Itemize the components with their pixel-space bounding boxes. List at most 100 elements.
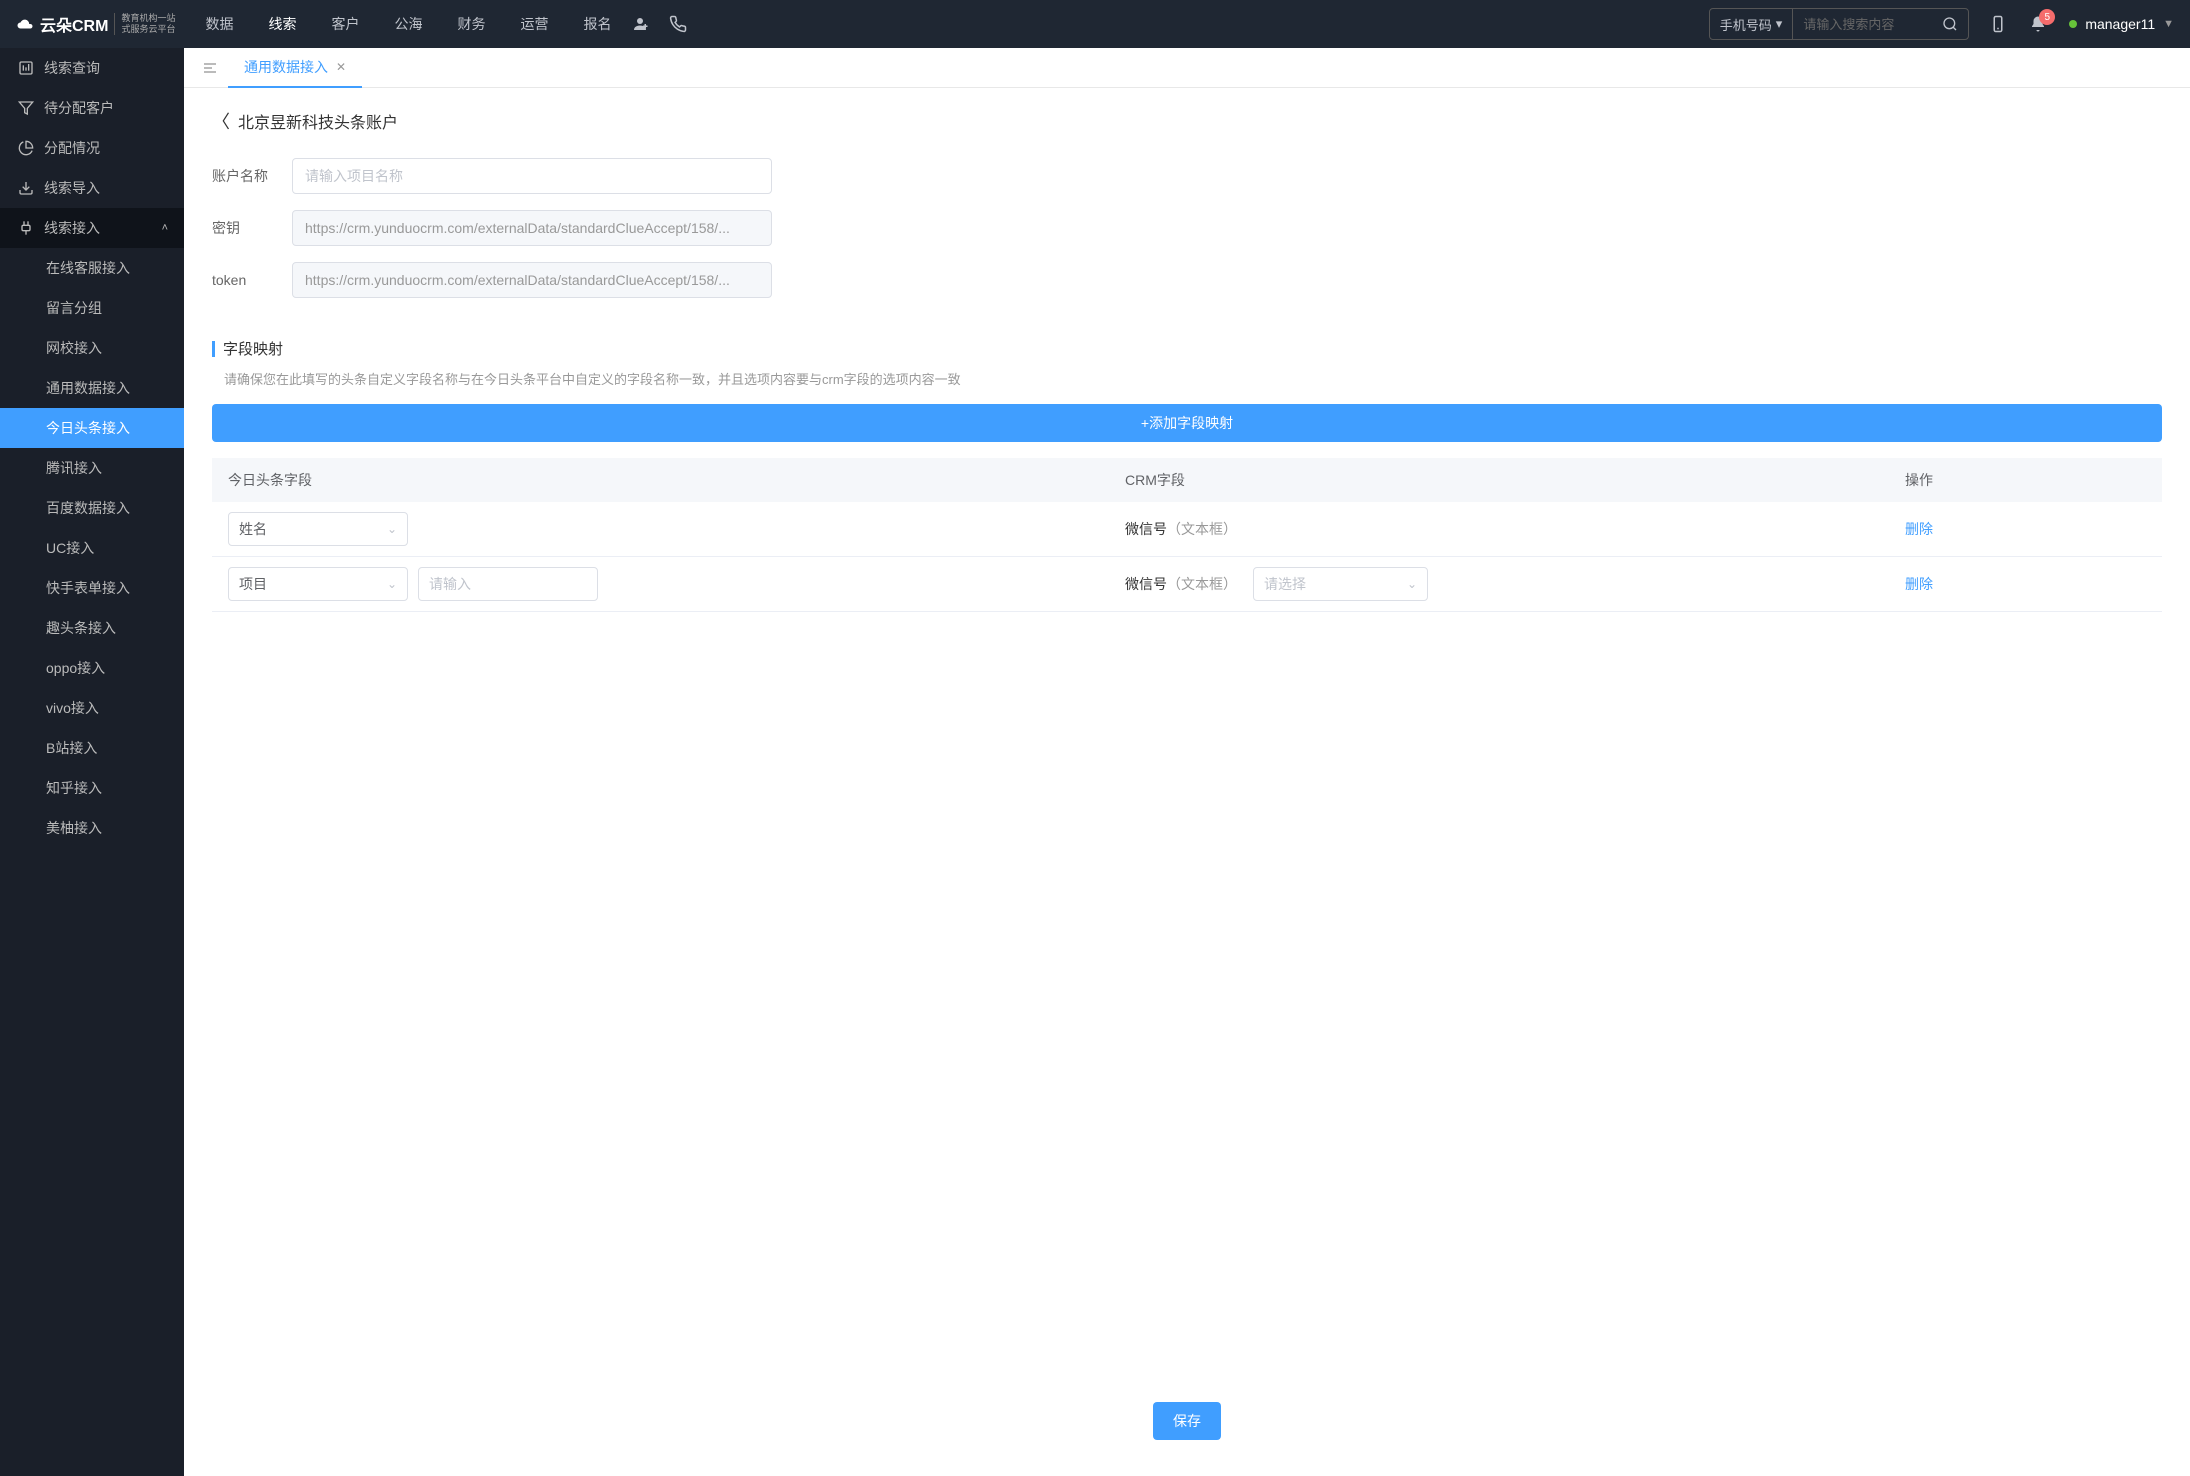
token-label: token [212, 272, 292, 288]
nav-menu: 数据 线索 客户 公海 财务 运营 报名 [205, 14, 611, 34]
form-row-account-name: 账户名称 [212, 158, 2162, 194]
chart-icon [18, 60, 34, 76]
form-row-secret: 密钥 [212, 210, 2162, 246]
breadcrumb[interactable]: 〈 北京昱新科技头条账户 [212, 108, 2162, 134]
sidebar-sub-tencent[interactable]: 腾讯接入 [0, 448, 184, 488]
sidebar-sub-kuaishou[interactable]: 快手表单接入 [0, 568, 184, 608]
nav-operations[interactable]: 运营 [520, 14, 548, 34]
user-add-icon[interactable] [631, 15, 649, 33]
user-menu[interactable]: manager11 ▼ [2069, 16, 2174, 32]
sidebar-sub-vivo[interactable]: vivo接入 [0, 688, 184, 728]
field-text-input[interactable] [418, 567, 598, 601]
delete-button[interactable]: 删除 [1905, 576, 1933, 592]
crm-field-hint: （文本框） [1167, 576, 1237, 592]
field-select-2[interactable]: 项目 ⌄ [228, 567, 408, 601]
menu-fold-icon [202, 60, 218, 76]
mapping-table: 今日头条字段 CRM字段 操作 姓名 ⌄ [212, 458, 2162, 612]
delete-button[interactable]: 删除 [1905, 521, 1933, 537]
chevron-up-icon: ˄ [162, 222, 168, 234]
tab-general-data[interactable]: 通用数据接入 ✕ [228, 48, 362, 88]
section-text: 字段映射 [223, 338, 283, 359]
sidebar-sub-meiyou[interactable]: 美柚接入 [0, 808, 184, 848]
plug-icon [18, 220, 34, 236]
notification-badge: 5 [2039, 9, 2055, 25]
sidebar-sub-school-access[interactable]: 网校接入 [0, 328, 184, 368]
logo-subtitle: 教育机构一站 式服务云平台 [114, 13, 175, 35]
content-area: 〈 北京昱新科技头条账户 账户名称 密钥 token 字段映射 请确保您在此填写… [184, 88, 2190, 1476]
search-button[interactable] [1932, 16, 1968, 32]
tab-close-button[interactable]: ✕ [336, 60, 346, 74]
chevron-down-icon: ▾ [1776, 16, 1783, 32]
phone-icon[interactable] [669, 15, 687, 33]
add-mapping-button[interactable]: +添加字段映射 [212, 404, 2162, 442]
status-dot [2069, 20, 2077, 28]
sidebar-sub-qutoutiao[interactable]: 趣头条接入 [0, 608, 184, 648]
col-header-toutiao: 今日头条字段 [212, 458, 1109, 502]
nav-enrollment[interactable]: 报名 [583, 14, 611, 34]
col-header-action: 操作 [1889, 458, 2162, 502]
nav-finance[interactable]: 财务 [457, 14, 485, 34]
notification-button[interactable]: 5 [2029, 15, 2047, 33]
field-select-1[interactable]: 姓名 ⌄ [228, 512, 408, 546]
main-content: 通用数据接入 ✕ 〈 北京昱新科技头条账户 账户名称 密钥 token [184, 48, 2190, 1476]
nav-customers[interactable]: 客户 [331, 14, 359, 34]
account-name-label: 账户名称 [212, 166, 292, 186]
tabs-bar: 通用数据接入 ✕ [184, 48, 2190, 88]
sidebar-sub-bilibili[interactable]: B站接入 [0, 728, 184, 768]
sidebar: 线索查询 待分配客户 分配情况 线索导入 线索接入 ˄ 在线客服接入 留言分组 … [0, 48, 184, 1476]
nav-leads[interactable]: 线索 [268, 14, 296, 34]
page-title: 北京昱新科技头条账户 [238, 109, 398, 133]
sidebar-sub-toutiao[interactable]: 今日头条接入 [0, 408, 184, 448]
sidebar-sub-general-data[interactable]: 通用数据接入 [0, 368, 184, 408]
crm-field-label: 微信号 [1125, 521, 1167, 537]
token-input[interactable] [292, 262, 772, 298]
chevron-down-icon: ⌄ [387, 577, 397, 591]
sidebar-sub-zhihu[interactable]: 知乎接入 [0, 768, 184, 808]
sidebar-item-lead-import[interactable]: 线索导入 [0, 168, 184, 208]
logo-text: 云朵CRM [40, 12, 108, 36]
crm-field-hint: （文本框） [1167, 521, 1237, 537]
nav-public[interactable]: 公海 [394, 14, 422, 34]
chevron-down-icon: ⌄ [1407, 577, 1417, 591]
sidebar-sub-oppo[interactable]: oppo接入 [0, 648, 184, 688]
search-input[interactable] [1792, 9, 1932, 39]
back-icon: 〈 [212, 108, 230, 134]
search-container: 手机号码 ▾ [1709, 8, 1970, 40]
sidebar-sub-uc[interactable]: UC接入 [0, 528, 184, 568]
chevron-down-icon: ▼ [2163, 18, 2174, 30]
filter-icon [18, 100, 34, 116]
sidebar-sub-message-group[interactable]: 留言分组 [0, 288, 184, 328]
top-navigation: 云朵CRM 教育机构一站 式服务云平台 数据 线索 客户 公海 财务 运营 报名… [0, 0, 2190, 48]
sidebar-item-pending-customers[interactable]: 待分配客户 [0, 88, 184, 128]
col-header-crm: CRM字段 [1109, 458, 1889, 502]
username: manager11 [2085, 16, 2155, 32]
import-icon [18, 180, 34, 196]
form-row-token: token [212, 262, 2162, 298]
collapse-sidebar-button[interactable] [192, 60, 228, 76]
account-name-input[interactable] [292, 158, 772, 194]
save-button[interactable]: 保存 [1153, 1402, 1221, 1440]
top-right-actions: 5 manager11 ▼ [1989, 15, 2174, 33]
nav-data[interactable]: 数据 [205, 14, 233, 34]
secret-label: 密钥 [212, 218, 292, 238]
logo[interactable]: 云朵CRM 教育机构一站 式服务云平台 [16, 12, 175, 36]
mobile-icon [1989, 15, 2007, 33]
mobile-icon-button[interactable] [1989, 15, 2007, 33]
section-title-mapping: 字段映射 [212, 338, 2162, 359]
sidebar-sub-baidu[interactable]: 百度数据接入 [0, 488, 184, 528]
table-row: 项目 ⌄ 微信号（文本框） [212, 557, 2162, 612]
table-row: 姓名 ⌄ 微信号（文本框） 删除 [212, 502, 2162, 557]
section-bar [212, 341, 215, 357]
chevron-down-icon: ⌄ [387, 522, 397, 536]
footer: 保存 [212, 1386, 2162, 1456]
nav-icon-group [631, 15, 687, 33]
secret-input[interactable] [292, 210, 772, 246]
sidebar-item-lead-query[interactable]: 线索查询 [0, 48, 184, 88]
sidebar-item-lead-access[interactable]: 线索接入 ˄ [0, 208, 184, 248]
search-type-select[interactable]: 手机号码 ▾ [1710, 15, 1793, 34]
crm-field-select[interactable]: 请选择 ⌄ [1253, 567, 1428, 601]
section-hint: 请确保您在此填写的头条自定义字段名称与在今日头条平台中自定义的字段名称一致，并且… [224, 369, 2162, 388]
search-icon [1942, 16, 1958, 32]
sidebar-item-allocation[interactable]: 分配情况 [0, 128, 184, 168]
sidebar-sub-online-service[interactable]: 在线客服接入 [0, 248, 184, 288]
